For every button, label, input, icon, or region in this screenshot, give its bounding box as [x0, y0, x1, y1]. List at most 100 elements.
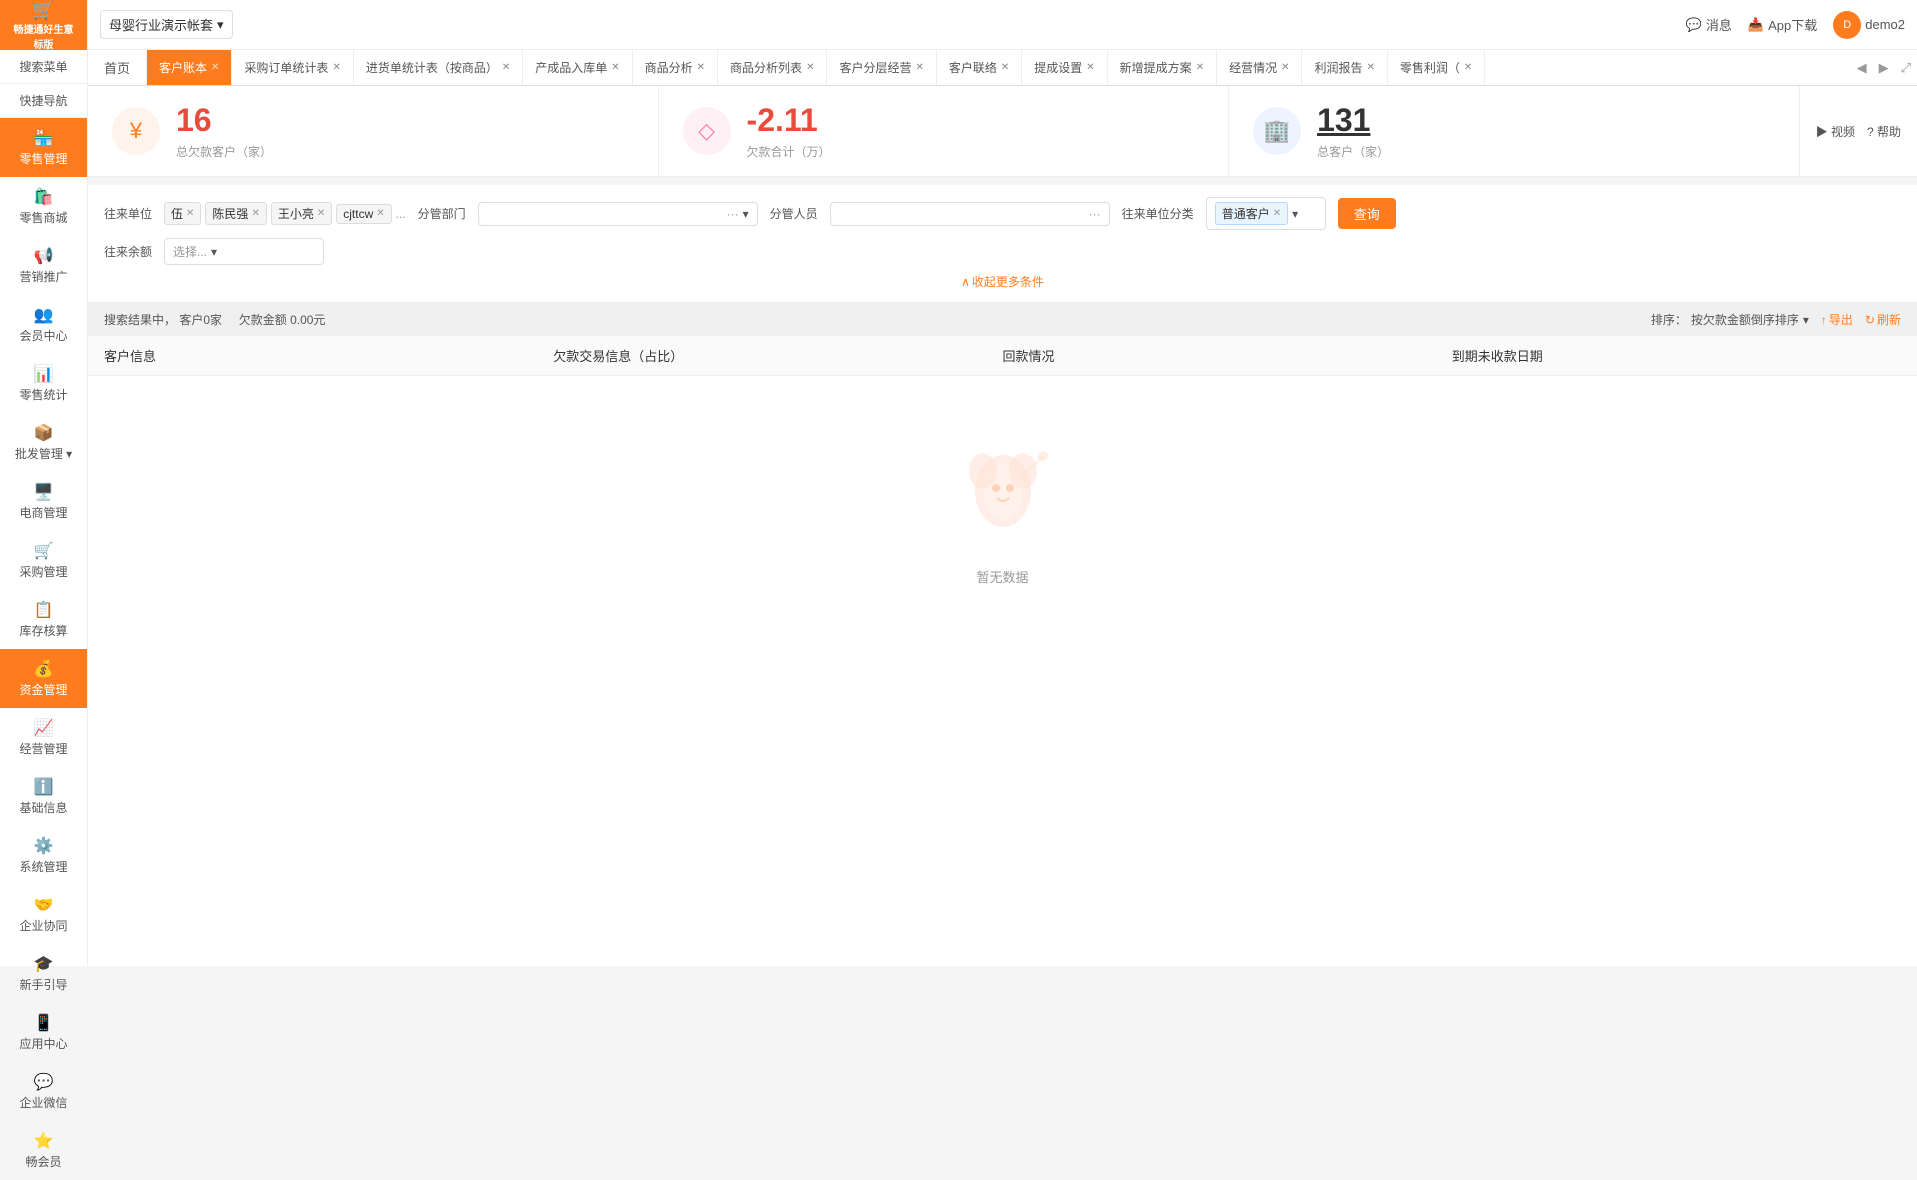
app-download-btn[interactable]: 📥 App下载	[1748, 15, 1817, 34]
video-btn[interactable]: ▶ 视频	[1816, 123, 1855, 140]
sidebar-item-inventory[interactable]: 📋 库存核算	[0, 590, 87, 649]
sort-select[interactable]: 排序： 按欠款金额倒序排序 ▾	[1651, 311, 1809, 328]
sidebar-item-sys-mgmt[interactable]: ⚙️ 系统管理	[0, 826, 87, 885]
tab-product-analysis-list[interactable]: 商品分析列表 ✕	[718, 50, 827, 86]
tab-operations-status[interactable]: 经营情况 ✕	[1217, 50, 1302, 86]
table-area: 客户信息 欠款交易信息（占比） 回款情况 到期未收款日期	[88, 336, 1917, 966]
amount-value: 0.00元	[290, 313, 325, 327]
export-label: 导出	[1829, 311, 1853, 328]
collapse-btn[interactable]: ∧ 收起更多条件	[961, 273, 1044, 290]
stats-actions: ▶ 视频 ? 帮助	[1800, 86, 1917, 176]
tab-customer-contact-close[interactable]: ✕	[1001, 62, 1009, 73]
filter-tag-3-text: 王小亮	[278, 205, 314, 222]
topbar: 母婴行业演示帐套 ▾ 💬 消息 📥 App下载 D demo2	[88, 0, 1917, 50]
filter-tag-2: 陈民强 ✕	[205, 202, 266, 225]
stat-label-total: 总客户（家）	[1317, 143, 1389, 160]
filter-more-btn[interactable]: ...	[396, 207, 406, 221]
sidebar-item-label-ecommerce: 电商管理	[19, 504, 67, 521]
export-btn[interactable]: ↑ 导出	[1821, 311, 1853, 328]
stat-value-total[interactable]: 131	[1317, 102, 1389, 139]
tab-next-btn[interactable]: ▶	[1873, 60, 1895, 76]
sidebar-item-vip[interactable]: ⭐ 畅会员	[0, 1121, 87, 1180]
filter-select-dept[interactable]: ··· ▾	[478, 202, 758, 226]
filter-select-person[interactable]: ···	[830, 202, 1110, 226]
sidebar-item-corp-wechat[interactable]: 💬 企业微信	[0, 1062, 87, 1121]
tab-prompt-settings[interactable]: 提成设置 ✕	[1022, 50, 1107, 86]
filter-tag-3-remove[interactable]: ✕	[317, 208, 325, 219]
sidebar-item-ecommerce[interactable]: 🖥️ 电商管理	[0, 472, 87, 531]
query-button[interactable]: 查询	[1338, 198, 1396, 229]
filter-label-unit-class: 往来单位分类	[1122, 205, 1194, 222]
tab-product-analysis[interactable]: 商品分析 ✕	[633, 50, 718, 86]
tab-new-achievement-close[interactable]: ✕	[1196, 62, 1204, 73]
sidebar-item-finance[interactable]: 💰 资金管理	[0, 649, 87, 708]
sidebar-item-app-center[interactable]: 📱 应用中心	[0, 1003, 87, 1062]
tab-profit-report-close[interactable]: ✕	[1367, 62, 1375, 73]
tab-customer-account-close[interactable]: ✕	[211, 62, 219, 73]
filter-tag-4-text: cjttcw	[343, 207, 373, 221]
sidebar: 🛒 畅捷通好生意 标版 搜索菜单 快捷导航 🏪 零售管理 🛍️ 零售商城 📢 营…	[0, 0, 88, 966]
tab-prev-btn[interactable]: ◀	[1851, 60, 1873, 76]
tab-profit-report[interactable]: 利润报告 ✕	[1302, 50, 1387, 86]
tab-customer-account[interactable]: 客户账本 ✕	[147, 50, 232, 86]
filter-tag-4: cjttcw ✕	[336, 204, 391, 224]
inventory-icon: 📋	[34, 600, 54, 620]
tab-product-inbound[interactable]: 产成品入库单 ✕	[523, 50, 632, 86]
tab-purchase-order[interactable]: 采购订单统计表 ✕	[232, 50, 353, 86]
tab-new-achievement[interactable]: 新增提成方案 ✕	[1108, 50, 1217, 86]
tab-expand-btn[interactable]: ⤢	[1895, 60, 1917, 76]
tab-customer-segment-close[interactable]: ✕	[915, 62, 923, 73]
quick-nav[interactable]: 快捷导航	[0, 84, 87, 118]
user-profile[interactable]: D demo2	[1833, 11, 1905, 39]
tab-retail-profit-close[interactable]: ✕	[1464, 62, 1472, 73]
filter-tag-1-remove[interactable]: ✕	[186, 208, 194, 219]
tab-customer-contact-label: 客户联络	[949, 59, 997, 76]
refresh-btn[interactable]: ↻ 刷新	[1865, 311, 1901, 328]
filter-tag-1-text: 伍	[171, 205, 183, 222]
tab-customer-segment[interactable]: 客户分层经营 ✕	[827, 50, 936, 86]
sidebar-item-label-newbie: 新手引导	[19, 976, 67, 993]
tab-profit-report-label: 利润报告	[1314, 59, 1362, 76]
filter-tag-4-remove[interactable]: ✕	[376, 208, 384, 219]
sidebar-item-retail-mgmt[interactable]: 🏪 零售管理	[0, 118, 87, 177]
customer-count: 客户0家	[179, 313, 222, 327]
tab-inbound-stats[interactable]: 进货单统计表（按商品） ✕	[354, 50, 523, 86]
tab-operations-status-close[interactable]: ✕	[1281, 62, 1289, 73]
filter-select-balance[interactable]: 选择... ▾	[164, 238, 324, 265]
sort-value: 按欠款金额倒序排序	[1691, 311, 1799, 328]
tab-inbound-stats-close[interactable]: ✕	[502, 62, 510, 73]
sidebar-item-newbie[interactable]: 🎓 新手引导	[0, 944, 87, 1003]
sidebar-item-purchase[interactable]: 🛒 采购管理	[0, 531, 87, 590]
sidebar-item-corp-coop[interactable]: 🤝 企业协同	[0, 885, 87, 944]
tab-product-analysis-list-close[interactable]: ✕	[806, 62, 814, 73]
tab-prompt-settings-close[interactable]: ✕	[1086, 62, 1094, 73]
tab-purchase-order-close[interactable]: ✕	[332, 62, 340, 73]
account-selector[interactable]: 母婴行业演示帐套 ▾	[100, 10, 233, 39]
sidebar-item-member[interactable]: 👥 会员中心	[0, 295, 87, 354]
tab-product-inbound-close[interactable]: ✕	[611, 62, 619, 73]
filter-tag-2-remove[interactable]: ✕	[251, 208, 259, 219]
tab-customer-contact[interactable]: 客户联络 ✕	[937, 50, 1022, 86]
sidebar-item-label-app-center: 应用中心	[19, 1035, 67, 1052]
sidebar-item-retail-mall[interactable]: 🛍️ 零售商城	[0, 177, 87, 236]
filter-tag-2-text: 陈民强	[212, 205, 248, 222]
sidebar-item-marketing[interactable]: 📢 营销推广	[0, 236, 87, 295]
tab-home[interactable]: 首页	[88, 50, 147, 86]
filter-select-unit-class[interactable]: 普通客户 ✕ ▾	[1206, 197, 1326, 230]
vip-icon: ⭐	[34, 1131, 54, 1151]
stat-label-customers: 总欠款客户（家）	[176, 143, 272, 160]
tabs-bar: 首页 客户账本 ✕ 采购订单统计表 ✕ 进货单统计表（按商品） ✕ 产成品入库单…	[88, 50, 1917, 86]
sidebar-item-wholesale[interactable]: 📦 批发管理 ▾	[0, 413, 87, 472]
sidebar-item-operations[interactable]: 📈 经营管理	[0, 708, 87, 767]
help-btn[interactable]: ? 帮助	[1867, 123, 1901, 140]
stat-value-amount: -2.11	[747, 102, 831, 139]
filter-unit-class-remove[interactable]: ✕	[1273, 208, 1281, 219]
search-menu[interactable]: 搜索菜单	[0, 50, 87, 84]
filter-dept-more[interactable]: ···	[727, 207, 739, 221]
sidebar-item-basic-info[interactable]: ℹ️ 基础信息	[0, 767, 87, 826]
tab-product-analysis-close[interactable]: ✕	[697, 62, 705, 73]
sidebar-item-retail-stats[interactable]: 📊 零售统计	[0, 354, 87, 413]
message-btn[interactable]: 💬 消息	[1686, 15, 1732, 34]
filter-person-more[interactable]: ···	[1089, 207, 1101, 221]
tab-retail-profit[interactable]: 零售利润（ ✕	[1388, 50, 1485, 86]
